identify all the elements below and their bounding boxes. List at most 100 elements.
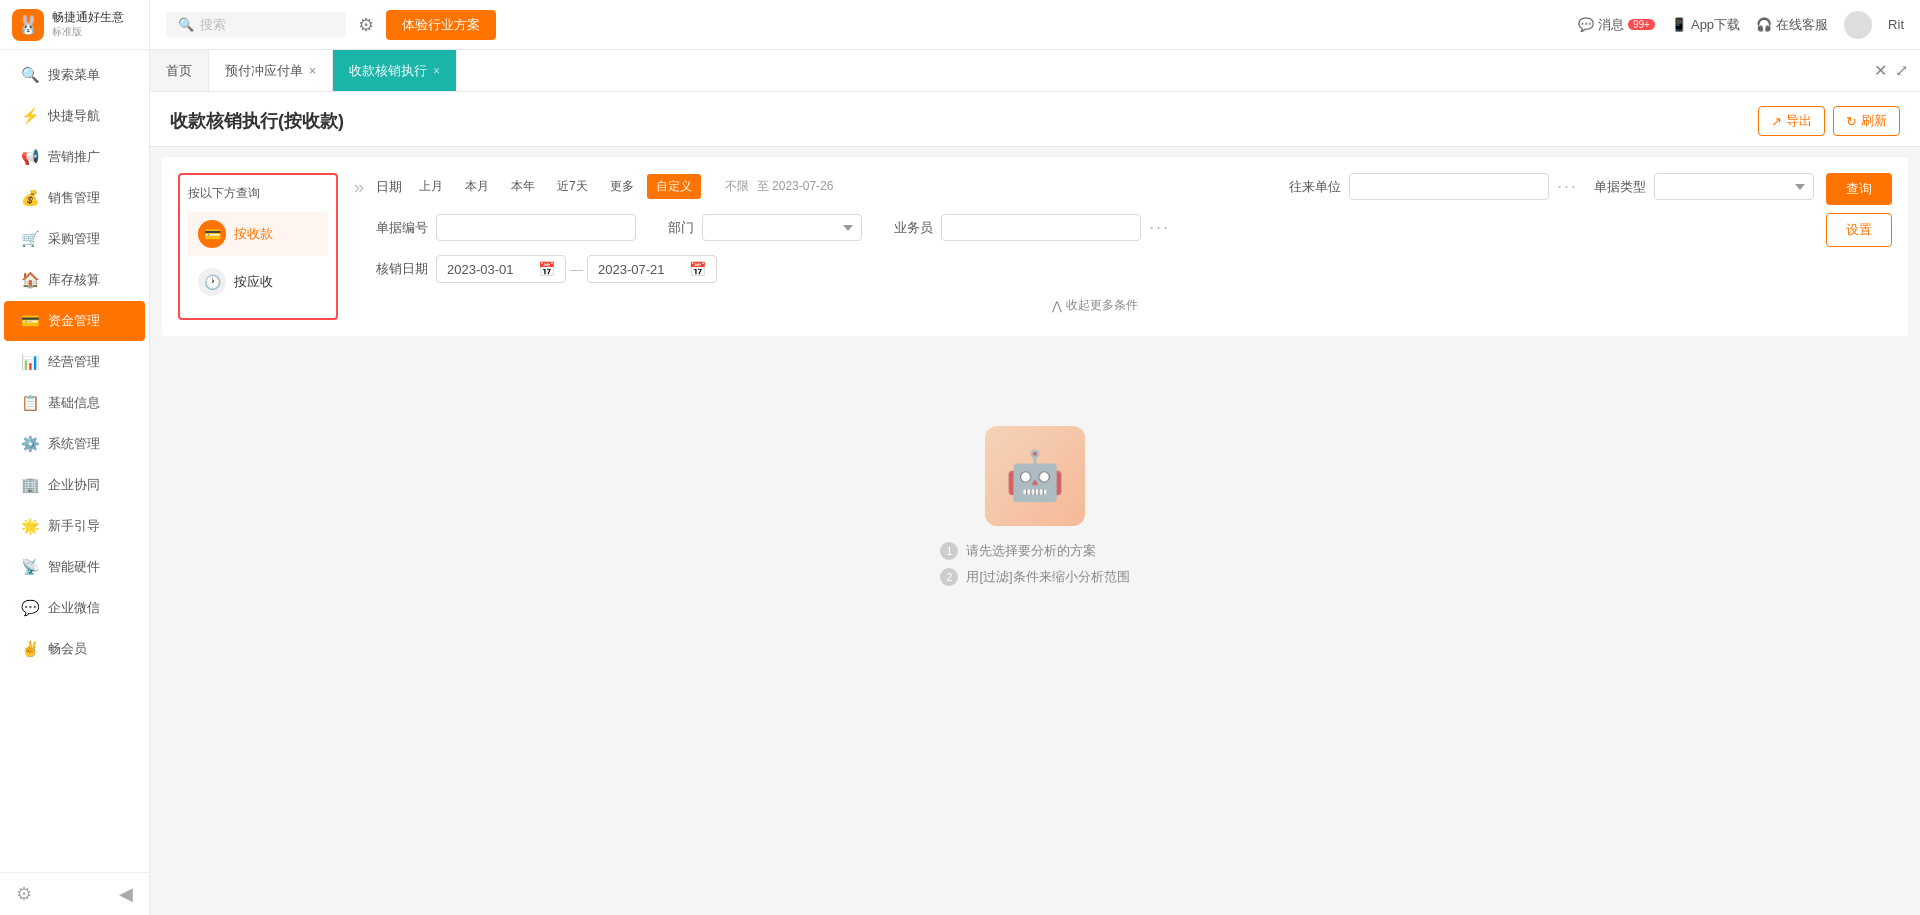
sidebar-item-system[interactable]: ⚙️系统管理 [4, 424, 145, 464]
export-icon: ↗ [1771, 114, 1782, 129]
dept-select[interactable] [702, 214, 862, 241]
system-label: 系统管理 [48, 435, 100, 453]
topbar-search[interactable]: 🔍 搜索 [166, 12, 346, 38]
member-icon: ✌️ [20, 639, 40, 659]
writeoff-date-end[interactable]: 2023-07-21 📅 [587, 255, 717, 283]
sidebar-item-hardware[interactable]: 📡智能硬件 [4, 547, 145, 587]
capital-icon: 💳 [20, 311, 40, 331]
filter-row-2: 单据编号 部门 业务员 [376, 214, 1814, 241]
user-avatar[interactable] [1844, 11, 1872, 39]
collapse-more[interactable]: ⋀ 收起更多条件 [376, 297, 1814, 314]
quick-nav-label: 快捷导航 [48, 107, 100, 125]
counterpart-input[interactable] [1349, 173, 1549, 200]
sidebar-item-inventory[interactable]: 🏠库存核算 [4, 260, 145, 300]
collapse-icon[interactable]: ◀ [119, 883, 133, 905]
tip1-text: 请先选择要分析的方案 [966, 542, 1096, 560]
quick-nav-icon: ⚡ [20, 106, 40, 126]
date-this-month[interactable]: 本月 [456, 174, 498, 199]
app-icon: 📱 [1671, 17, 1687, 32]
by-receipt-icon: 💳 [198, 220, 226, 248]
date-this-year[interactable]: 本年 [502, 174, 544, 199]
message-badge: 99+ [1628, 19, 1655, 30]
date-custom[interactable]: 自定义 [647, 174, 701, 199]
writeoff-end-value: 2023-07-21 [598, 262, 665, 277]
export-btn[interactable]: ↗ 导出 [1758, 106, 1825, 136]
user-name: Rit [1888, 17, 1904, 32]
by-receivable-label: 按应收 [234, 273, 273, 291]
tab-close-all-icon[interactable]: ✕ [1874, 61, 1887, 80]
topbar-right: 💬 消息 99+ 📱 App下载 🎧 在线客服 Rit [1578, 11, 1904, 39]
salesperson-input[interactable] [941, 214, 1141, 241]
sidebar-item-quick-nav[interactable]: ⚡ 快捷导航 [4, 96, 145, 136]
basic-info-label: 基础信息 [48, 394, 100, 412]
sidebar-item-enterprise[interactable]: 🏢企业协同 [4, 465, 145, 505]
sidebar-item-operation[interactable]: 📊经营管理 [4, 342, 145, 382]
sidebar-item-sales[interactable]: 💰 销售管理 [4, 178, 145, 218]
date-7days[interactable]: 近7天 [548, 174, 597, 199]
empty-state: 🤖 1 请先选择要分析的方案 2 用[过滤]条件来缩小分析范围 [150, 346, 1920, 666]
cal-end-icon: 📅 [689, 261, 706, 277]
sidebar-item-search-menu[interactable]: 🔍搜索菜单 [4, 55, 145, 95]
purchase-label: 采购管理 [48, 230, 100, 248]
sidebar-item-wechat[interactable]: 💬企业微信 [4, 588, 145, 628]
sales-icon: 💰 [20, 188, 40, 208]
filter-collapse-btn[interactable]: » [354, 173, 364, 198]
service-item[interactable]: 🎧 在线客服 [1756, 16, 1828, 34]
tab-home[interactable]: 首页 [150, 50, 209, 91]
voucher-type-select[interactable] [1654, 173, 1814, 200]
date-options: 上月 本月 本年 近7天 更多 自定义 [410, 174, 701, 199]
sidebar-item-member[interactable]: ✌️畅会员 [4, 629, 145, 669]
date-more[interactable]: 更多 [601, 174, 643, 199]
counterpart-dots[interactable]: ··· [1557, 176, 1578, 197]
topbar-left: 🔍 搜索 ⚙ 体验行业方案 [166, 10, 496, 40]
sales-label: 销售管理 [48, 189, 100, 207]
sidebar-item-capital[interactable]: 💳资金管理 [4, 301, 145, 341]
sidebar-item-guide[interactable]: 🌟新手引导 [4, 506, 145, 546]
filter-by-receivable[interactable]: 🕐 按应收 [188, 260, 328, 304]
tab-receipts-close[interactable]: × [433, 64, 440, 78]
sidebar-item-marketing[interactable]: 📢营销推广 [4, 137, 145, 177]
setting-btn[interactable]: 设置 [1826, 213, 1892, 247]
no-limit-label: 不限 [725, 178, 749, 195]
tab-prepay-close[interactable]: × [309, 64, 316, 78]
date-last-month[interactable]: 上月 [410, 174, 452, 199]
tab-prepay[interactable]: 预付冲应付单 × [209, 50, 333, 91]
voucher-no-input[interactable] [436, 214, 636, 241]
writeoff-date-range: 2023-03-01 📅 — 2023-07-21 📅 [436, 255, 717, 283]
service-icon: 🎧 [1756, 17, 1772, 32]
tab-prepay-label: 预付冲应付单 [225, 62, 303, 80]
inventory-label: 库存核算 [48, 271, 100, 289]
sidebar-item-basic-info[interactable]: 📋基础信息 [4, 383, 145, 423]
tab-home-label: 首页 [166, 62, 192, 80]
page-area: 收款核销执行(按收款) ↗ 导出 ↻ 刷新 按以下方查询 💳 按收款 [150, 92, 1920, 915]
refresh-btn[interactable]: ↻ 刷新 [1833, 106, 1900, 136]
tab-receipts[interactable]: 收款核销执行 × [333, 50, 457, 91]
sidebar-item-purchase[interactable]: 🛒 采购管理 [4, 219, 145, 259]
sidebar: 🐰 畅捷通好生意 标准版 🔍搜索菜单 ⚡ 快捷导航 📢营销推广 💰 销售管理 🛒 采购管理 🏠库… [0, 0, 150, 915]
guide-label: 新手引导 [48, 517, 100, 535]
counterpart-label: 往来单位 [1289, 178, 1341, 196]
query-btn[interactable]: 查询 [1826, 173, 1892, 205]
purchase-icon: 🛒 [20, 229, 40, 249]
by-receipt-label: 按收款 [234, 225, 273, 243]
salesperson-dots[interactable]: ··· [1149, 217, 1170, 238]
sidebar-logo: 🐰 畅捷通好生意 标准版 [0, 0, 149, 50]
enterprise-icon: 🏢 [20, 475, 40, 495]
message-item[interactable]: 💬 消息 99+ [1578, 16, 1655, 34]
settings-icon[interactable]: ⚙ [16, 883, 32, 905]
industry-btn[interactable]: 体验行业方案 [386, 10, 496, 40]
topbar-gear-icon[interactable]: ⚙ [358, 14, 374, 36]
writeoff-date-start[interactable]: 2023-03-01 📅 [436, 255, 566, 283]
marketing-label: 营销推广 [48, 148, 100, 166]
app-item[interactable]: 📱 App下载 [1671, 16, 1740, 34]
sidebar-nav: 🔍搜索菜单 ⚡ 快捷导航 📢营销推广 💰 销售管理 🛒 采购管理 🏠库存核算💳资金管理📊经营管理… [0, 50, 149, 872]
tip2-num: 2 [940, 568, 958, 586]
app-label: App下载 [1691, 16, 1740, 34]
voucher-type-field: 单据类型 [1594, 173, 1814, 200]
page-actions: ↗ 导出 ↻ 刷新 [1758, 106, 1900, 136]
tab-expand-icon[interactable]: ⤢ [1895, 61, 1908, 80]
message-label: 消息 [1598, 16, 1624, 34]
empty-robot-icon: 🤖 [985, 426, 1085, 526]
filter-by-receipt[interactable]: 💳 按收款 [188, 212, 328, 256]
dept-label: 部门 [668, 219, 694, 237]
